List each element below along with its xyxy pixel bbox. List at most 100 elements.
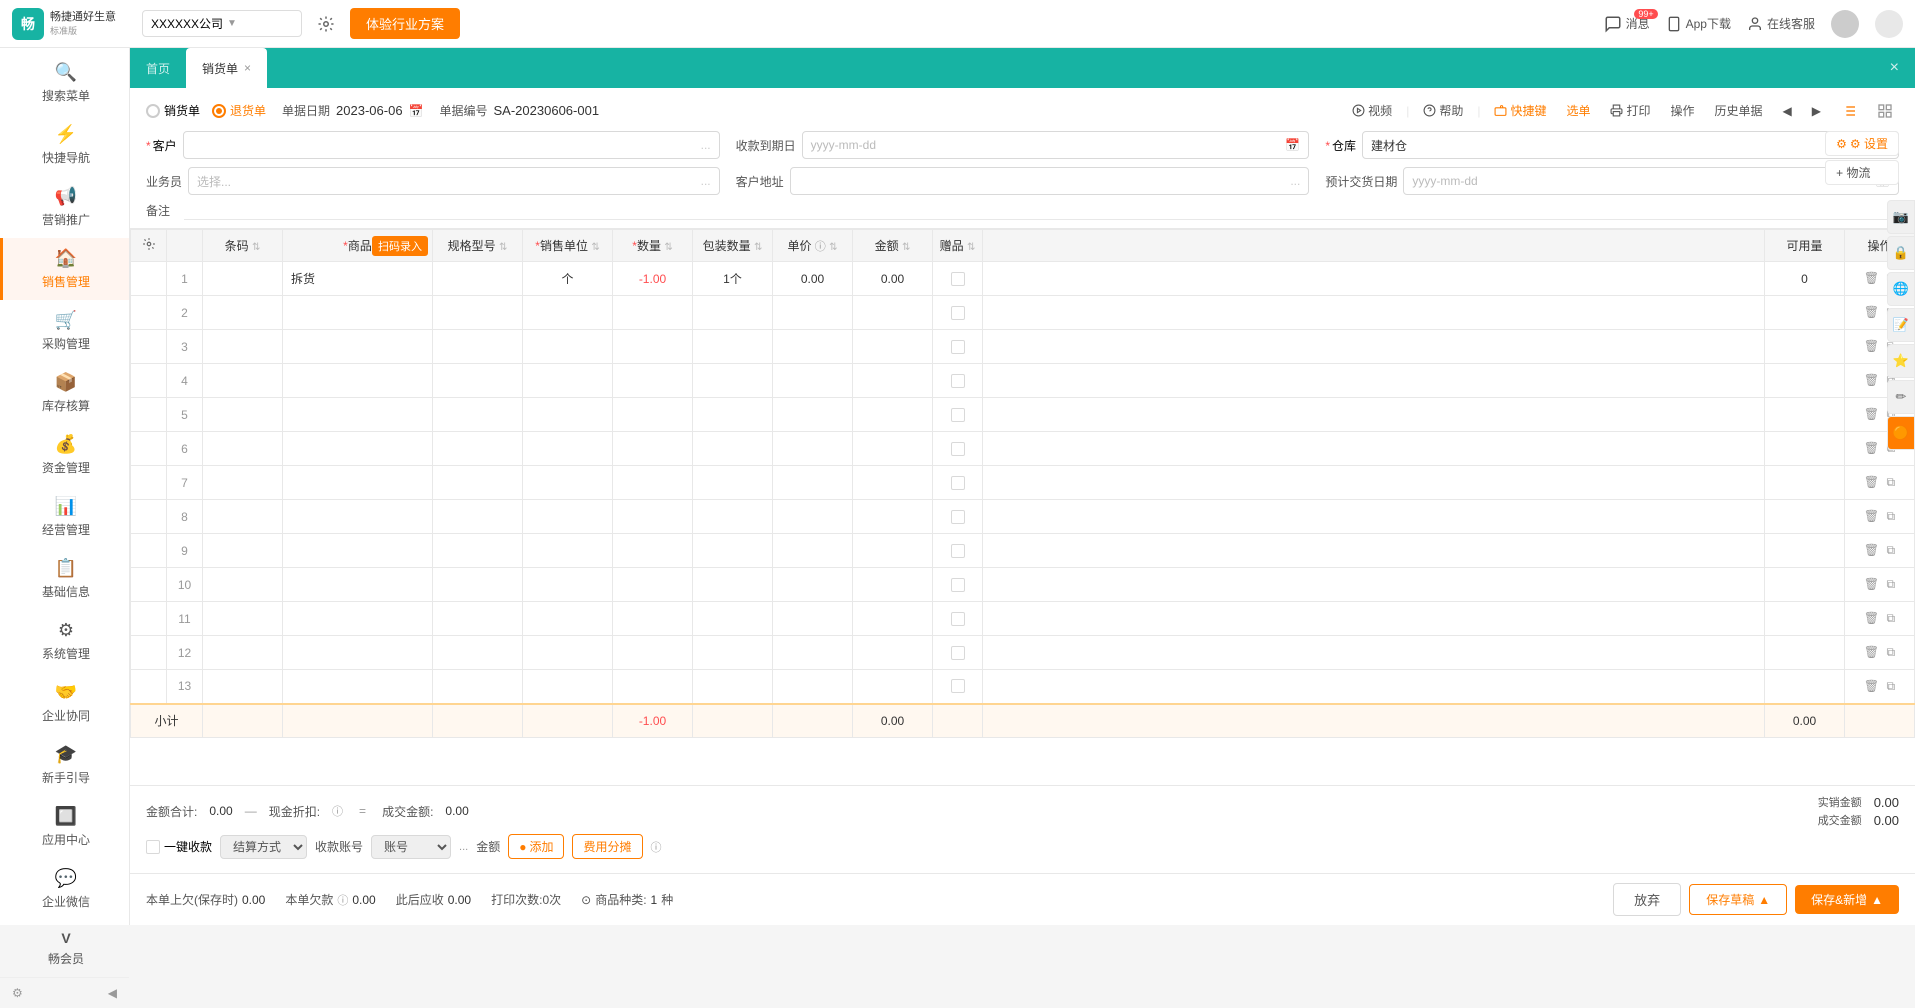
payment-method-select[interactable]: 结算方式 xyxy=(220,835,307,859)
salesman-input[interactable]: 选择... ... xyxy=(188,167,720,195)
settings-icon-btn[interactable] xyxy=(310,8,342,40)
td-amount[interactable] xyxy=(853,670,933,704)
discard-btn[interactable]: 放弃 xyxy=(1613,883,1681,916)
sidebar-item-wecom[interactable]: 💬 企业微信 xyxy=(0,858,129,920)
gift-checkbox[interactable] xyxy=(951,272,965,286)
float-star-btn[interactable]: ⭐ xyxy=(1887,344,1915,378)
customer-input[interactable]: ... xyxy=(183,131,720,159)
delete-icon[interactable]: 🗑 xyxy=(1864,271,1879,285)
expense-split-btn[interactable]: 费用分摊 xyxy=(572,834,642,859)
td-gift[interactable] xyxy=(933,568,983,602)
td-qty[interactable] xyxy=(613,602,693,636)
td-product[interactable] xyxy=(283,534,433,568)
trial-btn[interactable]: 体验行业方案 xyxy=(350,8,460,39)
td-barcode[interactable] xyxy=(203,398,283,432)
delete-icon[interactable]: 🗑 xyxy=(1864,373,1879,387)
gift-checkbox[interactable] xyxy=(951,340,965,354)
copy-icon[interactable]: ⧉ xyxy=(1887,645,1896,659)
save-new-btn[interactable]: 保存&新增 ▲ xyxy=(1795,885,1899,914)
td-qty[interactable] xyxy=(613,534,693,568)
td-pkg-qty[interactable] xyxy=(693,330,773,364)
td-gift[interactable] xyxy=(933,262,983,296)
td-price[interactable] xyxy=(773,364,853,398)
td-spec[interactable] xyxy=(433,364,523,398)
td-spec[interactable] xyxy=(433,636,523,670)
delete-icon[interactable]: 🗑 xyxy=(1864,679,1879,693)
td-pkg-qty[interactable] xyxy=(693,364,773,398)
video-btn[interactable]: 视频 xyxy=(1346,100,1398,121)
td-gift[interactable] xyxy=(933,330,983,364)
td-product[interactable] xyxy=(283,296,433,330)
td-qty[interactable] xyxy=(613,670,693,704)
td-price[interactable] xyxy=(773,568,853,602)
history-btn[interactable]: 历史单据 xyxy=(1709,100,1769,121)
td-gift[interactable] xyxy=(933,398,983,432)
sidebar-item-quicknav[interactable]: ⚡ 快捷导航 xyxy=(0,114,129,176)
td-amount[interactable] xyxy=(853,432,933,466)
td-amount[interactable] xyxy=(853,466,933,500)
td-amount[interactable] xyxy=(853,534,933,568)
td-price[interactable] xyxy=(773,330,853,364)
td-barcode[interactable] xyxy=(203,534,283,568)
gift-checkbox[interactable] xyxy=(951,679,965,693)
td-product[interactable] xyxy=(283,500,433,534)
td-pkg-qty[interactable]: 1个 xyxy=(693,262,773,296)
td-barcode[interactable] xyxy=(203,432,283,466)
gift-checkbox[interactable] xyxy=(951,612,965,626)
gift-checkbox[interactable] xyxy=(951,510,965,524)
help-btn[interactable]: 帮助 xyxy=(1417,100,1469,121)
note-input[interactable] xyxy=(184,201,1899,220)
float-orange-btn[interactable]: 🟠 xyxy=(1887,416,1915,450)
grid-view-btn[interactable] xyxy=(1871,101,1899,121)
td-qty[interactable] xyxy=(613,364,693,398)
td-pkg-qty[interactable] xyxy=(693,534,773,568)
gift-checkbox[interactable] xyxy=(951,476,965,490)
td-gift[interactable] xyxy=(933,602,983,636)
td-amount[interactable] xyxy=(853,296,933,330)
print-btn[interactable]: 打印 xyxy=(1604,100,1656,121)
td-unit[interactable] xyxy=(523,602,613,636)
sidebar-item-guide[interactable]: 🎓 新手引导 xyxy=(0,734,129,796)
delete-icon[interactable]: 🗑 xyxy=(1864,441,1879,455)
delete-icon[interactable]: 🗑 xyxy=(1864,577,1879,591)
tab-home[interactable]: 首页 xyxy=(130,48,186,88)
td-spec[interactable] xyxy=(433,330,523,364)
td-product[interactable] xyxy=(283,466,433,500)
td-product[interactable] xyxy=(283,568,433,602)
td-spec[interactable] xyxy=(433,398,523,432)
td-barcode[interactable] xyxy=(203,330,283,364)
td-pkg-qty[interactable] xyxy=(693,670,773,704)
gift-checkbox[interactable] xyxy=(951,306,965,320)
sidebar-item-collab[interactable]: 🤝 企业协同 xyxy=(0,672,129,734)
float-camera-btn[interactable]: 📷 xyxy=(1887,200,1915,234)
td-amount[interactable] xyxy=(853,330,933,364)
td-spec[interactable] xyxy=(433,262,523,296)
td-amount[interactable] xyxy=(853,602,933,636)
td-unit[interactable] xyxy=(523,296,613,330)
delete-icon[interactable]: 🗑 xyxy=(1864,339,1879,353)
td-qty[interactable] xyxy=(613,296,693,330)
sidebar-item-basic[interactable]: 📋 基础信息 xyxy=(0,548,129,610)
td-pkg-qty[interactable] xyxy=(693,636,773,670)
td-product[interactable]: 拆货 xyxy=(283,262,433,296)
gift-checkbox[interactable] xyxy=(951,544,965,558)
td-barcode[interactable] xyxy=(203,466,283,500)
sidebar-item-system[interactable]: ⚙ 系统管理 xyxy=(0,610,129,672)
copy-icon[interactable]: ⧉ xyxy=(1887,509,1896,523)
sidebar-item-member[interactable]: V 畅会员 xyxy=(0,920,129,977)
delete-icon[interactable]: 🗑 xyxy=(1864,611,1879,625)
td-unit[interactable] xyxy=(523,670,613,704)
warehouse-input[interactable]: 建材仓 ... xyxy=(1362,131,1899,159)
radio-return-order[interactable]: 退货单 xyxy=(212,102,266,119)
td-gift[interactable] xyxy=(933,636,983,670)
avatar[interactable] xyxy=(1831,10,1859,38)
sidebar-item-management[interactable]: 📊 经营管理 xyxy=(0,486,129,548)
td-spec[interactable] xyxy=(433,568,523,602)
logistics-btn[interactable]: + 物流 xyxy=(1825,160,1899,185)
td-unit[interactable] xyxy=(523,432,613,466)
td-spec[interactable] xyxy=(433,670,523,704)
td-barcode[interactable] xyxy=(203,670,283,704)
td-pkg-qty[interactable] xyxy=(693,432,773,466)
td-pkg-qty[interactable] xyxy=(693,398,773,432)
td-pkg-qty[interactable] xyxy=(693,568,773,602)
